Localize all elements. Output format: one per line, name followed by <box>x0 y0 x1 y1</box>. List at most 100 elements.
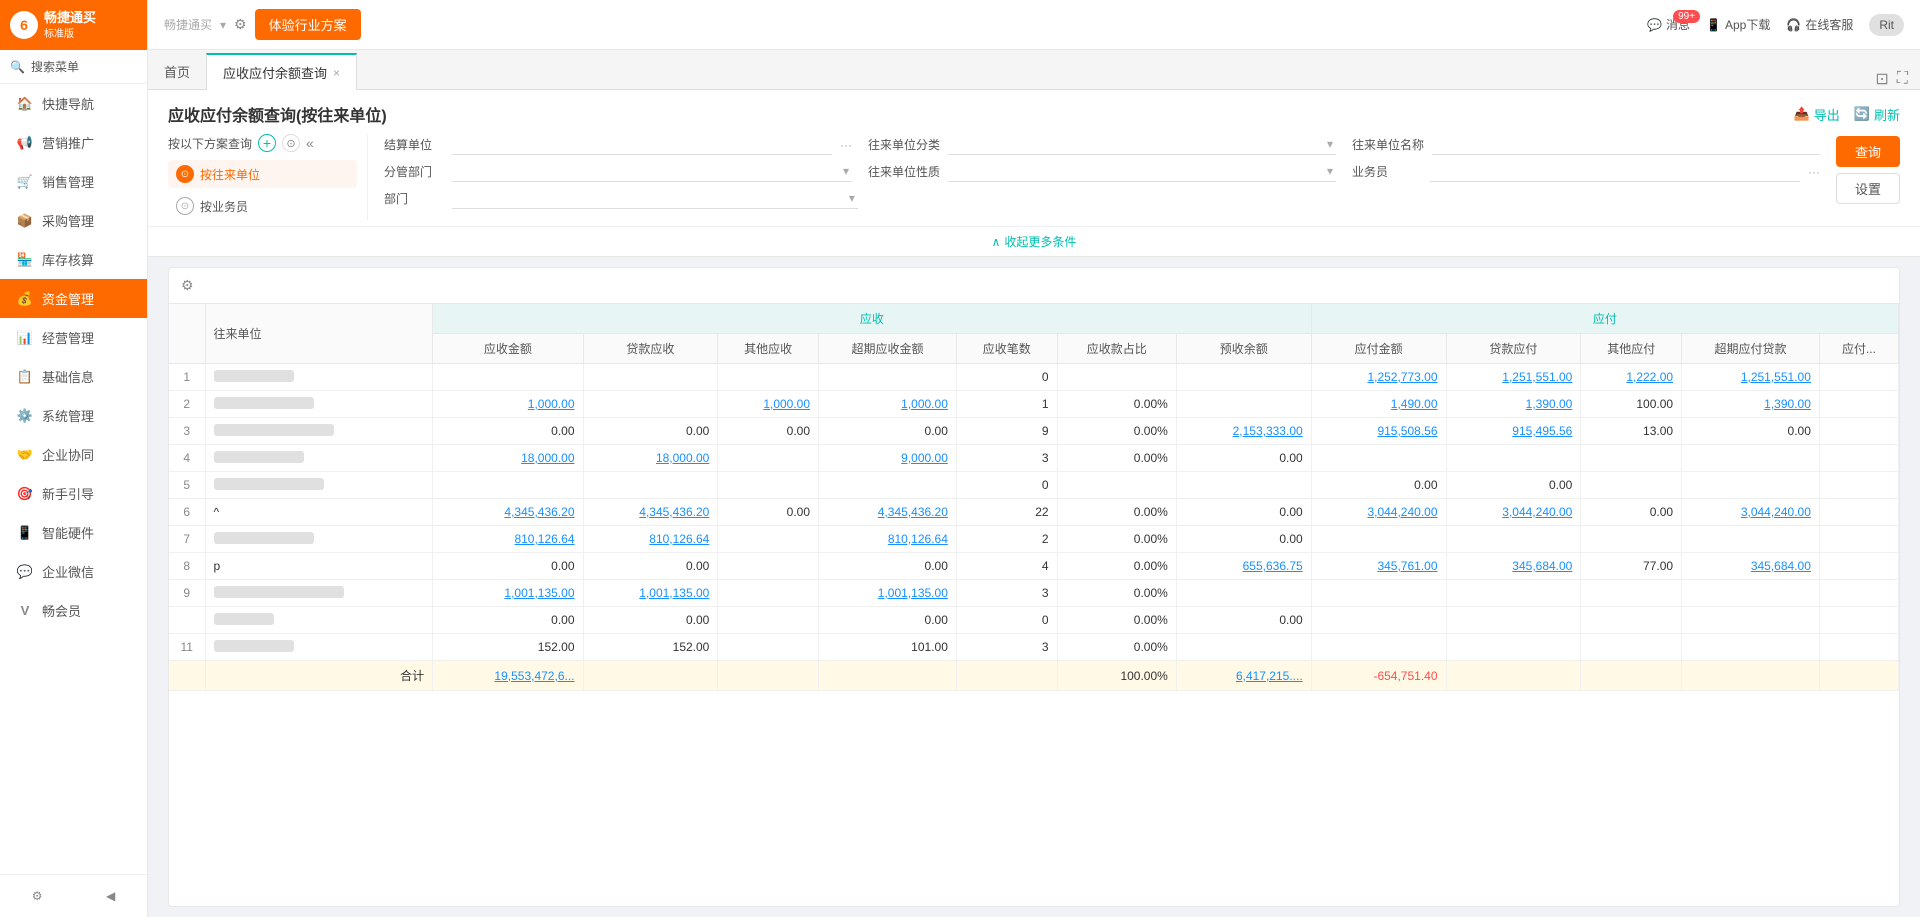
topbar-service[interactable]: 🎧 在线客服 <box>1786 16 1853 33</box>
table-cell[interactable]: 1,000.00 <box>718 391 819 418</box>
cell-link[interactable]: 1,000.00 <box>763 397 810 411</box>
table-cell[interactable]: 1,390.00 <box>1446 391 1581 418</box>
table-cell[interactable]: 915,495.56 <box>1446 418 1581 445</box>
sidebar-item-inventory[interactable]: 🏪 库存核算 <box>0 240 147 279</box>
department-dropdown[interactable]: ▾ <box>452 188 858 209</box>
cell-link[interactable]: 3,044,240.00 <box>1502 505 1572 519</box>
sidebar-item-quick-nav[interactable]: 🏠 快捷导航 <box>0 84 147 123</box>
table-cell[interactable]: 915,508.56 <box>1311 418 1446 445</box>
cell-link[interactable]: 4,345,436.20 <box>639 505 709 519</box>
partner-category-dropdown[interactable]: ▾ <box>948 134 1336 155</box>
sidebar-item-system[interactable]: ⚙️ 系统管理 <box>0 396 147 435</box>
table-cell[interactable]: 1,251,551.00 <box>1682 364 1820 391</box>
sidebar-item-purchase[interactable]: 📦 采购管理 <box>0 201 147 240</box>
cell-link[interactable]: 1,001,135.00 <box>639 586 709 600</box>
cell-link[interactable]: 9,000.00 <box>901 451 948 465</box>
cell-link[interactable]: 4,345,436.20 <box>504 505 574 519</box>
total-link[interactable]: 19,553,472,6... <box>494 669 574 683</box>
sidebar-item-guide[interactable]: 🎯 新手引导 <box>0 474 147 513</box>
table-cell[interactable]: 1,001,135.00 <box>583 580 718 607</box>
table-cell[interactable]: 1,251,551.00 <box>1446 364 1581 391</box>
table-cell[interactable]: 1,000.00 <box>433 391 583 418</box>
cell-link[interactable]: 1,001,135.00 <box>504 586 574 600</box>
cell-link[interactable]: 810,126.64 <box>888 532 948 546</box>
topbar-dropdown-arrow[interactable]: ▾ <box>220 18 226 32</box>
solution-button[interactable]: 体验行业方案 <box>255 9 361 40</box>
partner-nature-dropdown[interactable]: ▾ <box>948 161 1336 182</box>
filter-option-salesman[interactable]: ⊙ 按业务员 <box>168 192 357 220</box>
table-cell[interactable]: 4,345,436.20 <box>819 499 957 526</box>
sidebar-item-finance[interactable]: 💰 资金管理 <box>0 279 147 318</box>
cell-link[interactable]: 1,390.00 <box>1526 397 1573 411</box>
table-cell[interactable]: 1,390.00 <box>1682 391 1820 418</box>
sidebar-search[interactable]: 🔍 搜索菜单 <box>0 50 147 84</box>
maximize-icon[interactable]: ⛶ <box>1897 70 1908 88</box>
query-button[interactable]: 查询 <box>1836 136 1900 167</box>
cell-link[interactable]: 1,222.00 <box>1626 370 1673 384</box>
table-cell[interactable]: 810,126.64 <box>583 526 718 553</box>
table-cell[interactable]: 345,684.00 <box>1446 553 1581 580</box>
table-cell[interactable]: 1,490.00 <box>1311 391 1446 418</box>
cell-link[interactable]: 810,126.64 <box>649 532 709 546</box>
cell-link[interactable]: 18,000.00 <box>521 451 574 465</box>
table-cell[interactable]: 1,222.00 <box>1581 364 1682 391</box>
table-settings-icon[interactable]: ⚙ <box>181 277 194 294</box>
cell-link[interactable]: 1,001,135.00 <box>878 586 948 600</box>
cell-link[interactable]: 2,153,333.00 <box>1233 424 1303 438</box>
table-cell[interactable]: 1,001,135.00 <box>819 580 957 607</box>
sidebar-item-wechat[interactable]: 💬 企业微信 <box>0 552 147 591</box>
cell-link[interactable]: 4,345,436.20 <box>878 505 948 519</box>
table-cell[interactable]: 345,761.00 <box>1311 553 1446 580</box>
partner-name-input[interactable] <box>1432 134 1820 155</box>
cell-link[interactable]: 3,044,240.00 <box>1741 505 1811 519</box>
table-cell[interactable]: 1,000.00 <box>819 391 957 418</box>
table-cell[interactable]: 18,000.00 <box>583 445 718 472</box>
sidebar-item-ops[interactable]: 📊 经营管理 <box>0 318 147 357</box>
filter-back-btn[interactable]: « <box>306 135 314 151</box>
table-cell[interactable]: 1,252,773.00 <box>1311 364 1446 391</box>
cell-link[interactable]: 345,684.00 <box>1751 559 1811 573</box>
tab-ar-query[interactable]: 应收应付余额查询 × <box>206 53 357 90</box>
cell-link[interactable]: 915,508.56 <box>1377 424 1437 438</box>
table-cell[interactable]: 18,000.00 <box>433 445 583 472</box>
dept-dropdown[interactable]: ▾ <box>452 161 852 182</box>
salesman-input[interactable] <box>1430 161 1800 182</box>
table-cell[interactable]: 3,044,240.00 <box>1682 499 1820 526</box>
table-cell[interactable]: 2,153,333.00 <box>1176 418 1311 445</box>
total-link[interactable]: 6,417,215.... <box>1236 669 1303 683</box>
cell-link[interactable]: 3,044,240.00 <box>1367 505 1437 519</box>
settlement-unit-input[interactable] <box>452 134 832 155</box>
sidebar-item-smart[interactable]: 📱 智能硬件 <box>0 513 147 552</box>
table-cell[interactable]: 4,345,436.20 <box>433 499 583 526</box>
tab-close-icon[interactable]: × <box>333 66 340 80</box>
cell-link[interactable]: 1,000.00 <box>528 397 575 411</box>
table-cell[interactable]: 1,001,135.00 <box>433 580 583 607</box>
window-icon[interactable]: ⊡ <box>1875 69 1888 89</box>
tab-home[interactable]: 首页 <box>148 53 206 89</box>
table-cell[interactable]: 810,126.64 <box>819 526 957 553</box>
filter-add-btn[interactable]: + <box>258 134 276 152</box>
table-cell[interactable]: 810,126.64 <box>433 526 583 553</box>
sidebar-collapse-btn[interactable]: ◀ <box>98 883 123 909</box>
cell-link[interactable]: 655,636.75 <box>1243 559 1303 573</box>
set-button[interactable]: 设置 <box>1836 173 1900 204</box>
sidebar-item-member[interactable]: V 畅会员 <box>0 591 147 630</box>
topbar-app[interactable]: 📱 App下载 <box>1706 16 1770 33</box>
table-cell[interactable]: 3,044,240.00 <box>1446 499 1581 526</box>
cell-link[interactable]: 915,495.56 <box>1512 424 1572 438</box>
refresh-button[interactable]: 🔄 刷新 <box>1854 105 1900 124</box>
cell-link[interactable]: 1,251,551.00 <box>1502 370 1572 384</box>
cell-link[interactable]: 1,000.00 <box>901 397 948 411</box>
sidebar-item-sales[interactable]: 🛒 销售管理 <box>0 162 147 201</box>
cell-link[interactable]: 1,490.00 <box>1391 397 1438 411</box>
table-cell[interactable]: 345,684.00 <box>1682 553 1820 580</box>
cell-link[interactable]: 1,252,773.00 <box>1367 370 1437 384</box>
cell-link[interactable]: 810,126.64 <box>514 532 574 546</box>
topbar-user[interactable]: Rit <box>1869 14 1904 36</box>
filter-collapse-btn[interactable]: ∧ 收起更多条件 <box>148 226 1920 256</box>
settlement-unit-dots[interactable]: ··· <box>840 138 852 152</box>
table-cell[interactable]: 655,636.75 <box>1176 553 1311 580</box>
sidebar-item-marketing[interactable]: 📢 营销推广 <box>0 123 147 162</box>
table-cell[interactable]: 4,345,436.20 <box>583 499 718 526</box>
salesman-dots[interactable]: ··· <box>1808 165 1820 179</box>
